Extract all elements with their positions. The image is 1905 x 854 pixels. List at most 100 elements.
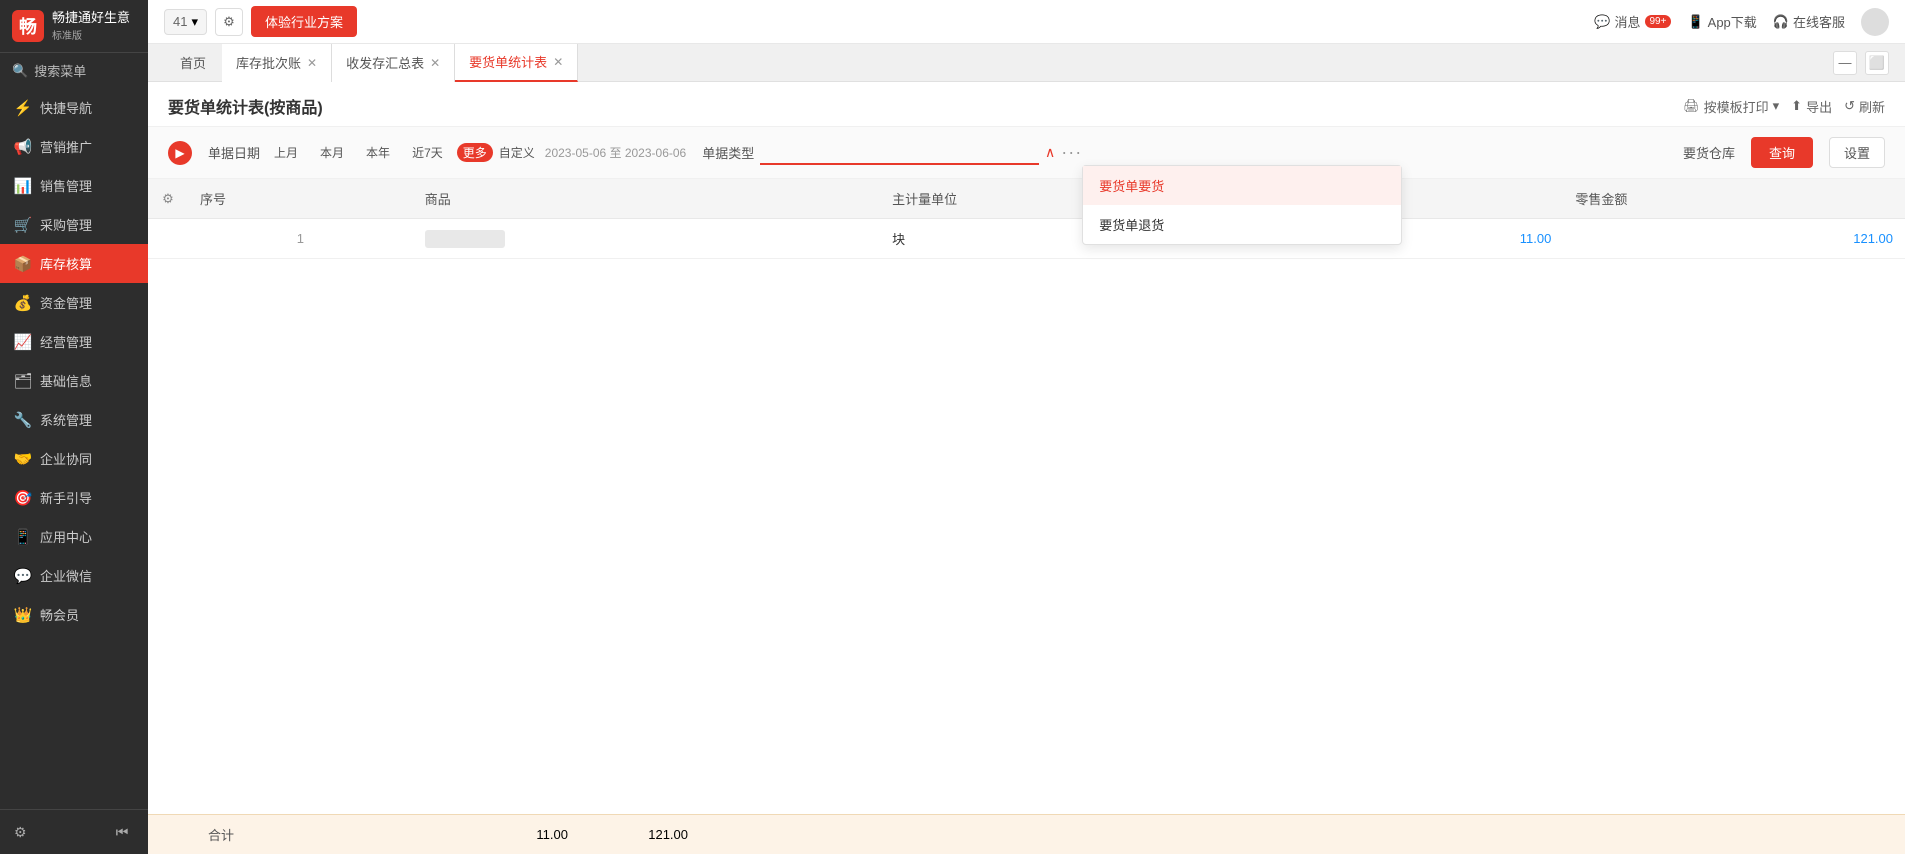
tabbar-actions: — ⬜ — [1833, 51, 1889, 75]
refresh-btn[interactable]: ↺ 刷新 — [1844, 97, 1885, 116]
date-label: 单据日期 — [208, 143, 260, 162]
warehouse-filter-group: 要货仓库 — [1683, 143, 1735, 162]
page-header: 要货单统计表(按商品) 🖨 按模板打印 ▾ ⬆ 导出 ↺ 刷新 — [148, 82, 1905, 127]
tab-home[interactable]: 首页 — [164, 44, 222, 82]
sidebar-search[interactable]: 🔍 搜索菜单 — [0, 53, 148, 88]
topbar: 41 ▾ ⚙ 体验行业方案 💬 消息 99+ 📱 App下载 🎧 在线客服 — [148, 0, 1905, 44]
page-title: 要货单统计表(按商品) — [168, 94, 323, 118]
shortcut-custom[interactable]: 自定义 — [499, 144, 535, 161]
tab-batch[interactable]: 库存批次账 ✕ — [222, 44, 332, 82]
type-input[interactable] — [760, 140, 1039, 165]
app-download-btn[interactable]: 📱 App下载 — [1687, 12, 1756, 31]
tab-summary[interactable]: 收发存汇总表 ✕ — [332, 44, 455, 82]
query-button[interactable]: 查询 — [1751, 137, 1813, 168]
logo-text: 畅捷通好生意 标准版 — [52, 10, 130, 42]
sidebar-item-purchase[interactable]: 🛒采购管理 — [0, 205, 148, 244]
marketing-icon: 📢 — [14, 138, 32, 156]
sidebar-item-appstore[interactable]: 📱应用中心 — [0, 517, 148, 556]
trial-button[interactable]: 体验行业方案 — [251, 6, 357, 37]
footer-amount: 121.00 — [580, 827, 700, 842]
print-icon: 🖨 — [1683, 98, 1700, 114]
sidebar-item-guide[interactable]: 🎯新手引导 — [0, 478, 148, 517]
sidebar-item-wechat[interactable]: 💬企业微信 — [0, 556, 148, 595]
sales-icon: 📊 — [14, 177, 32, 195]
enterprise-icon: 🤝 — [14, 450, 32, 468]
filter-bar: ▶ 单据日期 上月 本月 本年 近7天 更多 自定义 2023-05-06 至 … — [148, 127, 1905, 179]
finance-icon: 💰 — [14, 294, 32, 312]
table-row: 1 ████████ 块 11.00 121.00 — [148, 219, 1905, 259]
shortcut-this-month[interactable]: 本月 — [312, 142, 352, 163]
tab-order-stats[interactable]: 要货单统计表 ✕ — [455, 44, 578, 82]
chevron-down-icon: ▾ — [1773, 98, 1780, 114]
sidebar-item-system[interactable]: 🔧系统管理 — [0, 400, 148, 439]
page-actions: 🖨 按模板打印 ▾ ⬆ 导出 ↺ 刷新 — [1683, 97, 1885, 116]
tab-min-btn[interactable]: — — [1833, 51, 1857, 75]
guide-icon: 🎯 — [14, 489, 32, 507]
shortcut-prev-month[interactable]: 上月 — [266, 142, 306, 163]
store-selector[interactable]: 41 ▾ — [164, 9, 207, 35]
topbar-left: 41 ▾ ⚙ 体验行业方案 — [164, 6, 1582, 37]
filter-expand-btn[interactable]: ▶ — [168, 141, 192, 165]
export-btn[interactable]: ⬆ 导出 — [1791, 97, 1832, 116]
appstore-icon: 📱 — [14, 528, 32, 546]
dropdown-item-0[interactable]: 要货单要货 — [1083, 166, 1401, 205]
th-product: 商品 — [413, 179, 880, 219]
print-btn[interactable]: 🖨 按模板打印 ▾ — [1683, 97, 1779, 116]
topbar-right: 💬 消息 99+ 📱 App下载 🎧 在线客服 — [1594, 8, 1889, 36]
settings-footer-btn[interactable]: ⚙ — [14, 824, 27, 841]
cell-product: ████████ — [413, 219, 880, 259]
th-amount: 零售金额 — [1563, 179, 1905, 219]
th-settings[interactable]: ⚙ — [148, 179, 188, 219]
type-filter-group: 单据类型 ∧ ··· 要货单要货 要货单退货 — [702, 140, 1082, 165]
type-dropdown-arrow[interactable]: ∧ — [1045, 144, 1055, 161]
user-avatar[interactable] — [1861, 8, 1889, 36]
tab-max-btn[interactable]: ⬜ — [1865, 51, 1889, 75]
sidebar-item-inventory[interactable]: 📦库存核算 — [0, 244, 148, 283]
messages-btn[interactable]: 💬 消息 99+ — [1594, 12, 1671, 31]
sidebar-item-quick-nav[interactable]: ⚡快捷导航 — [0, 88, 148, 127]
export-icon: ⬆ — [1791, 98, 1802, 114]
quick-nav-icon: ⚡ — [14, 99, 32, 117]
tabbar: 首页 库存批次账 ✕ 收发存汇总表 ✕ 要货单统计表 ✕ — ⬜ — [148, 44, 1905, 82]
online-service-btn[interactable]: 🎧 在线客服 — [1773, 12, 1845, 31]
cell-amount[interactable]: 121.00 — [1563, 219, 1905, 259]
sidebar-item-operations[interactable]: 📈经营管理 — [0, 322, 148, 361]
type-dropdown: 要货单要货 要货单退货 — [1082, 165, 1402, 245]
footer-quantity: 11.00 — [460, 827, 580, 842]
th-num: 序号 — [188, 179, 413, 219]
sidebar-item-finance[interactable]: 💰资金管理 — [0, 283, 148, 322]
table-header-row: ⚙ 序号 商品 主计量单位 主数量 零售金额 — [148, 179, 1905, 219]
setting-button[interactable]: 设置 — [1829, 137, 1885, 168]
column-settings-icon[interactable]: ⚙ — [162, 191, 174, 206]
sidebar-item-enterprise[interactable]: 🤝企业协同 — [0, 439, 148, 478]
date-range-display: 2023-05-06 至 2023-06-06 — [545, 144, 686, 161]
tab-close-summary[interactable]: ✕ — [430, 56, 440, 70]
system-icon: 🔧 — [14, 411, 32, 429]
dropdown-item-1[interactable]: 要货单退货 — [1083, 205, 1401, 244]
inventory-icon: 📦 — [14, 255, 32, 273]
topbar-gear-btn[interactable]: ⚙ — [215, 8, 243, 36]
sidebar-item-member[interactable]: 👑畅会员 — [0, 595, 148, 634]
headset-icon: 🎧 — [1773, 14, 1789, 30]
table-container: ⚙ 序号 商品 主计量单位 主数量 零售金额 1 ████████ — [148, 179, 1905, 814]
data-table: ⚙ 序号 商品 主计量单位 主数量 零售金额 1 ████████ — [148, 179, 1905, 259]
shortcut-more[interactable]: 更多 — [457, 143, 493, 162]
type-more-btn[interactable]: ··· — [1061, 142, 1082, 163]
type-label: 单据类型 — [702, 143, 754, 162]
sidebar-item-marketing[interactable]: 📢营销推广 — [0, 127, 148, 166]
shortcut-7days[interactable]: 近7天 — [404, 142, 451, 163]
gear-icon: ⚙ — [223, 14, 235, 30]
phone-icon: 📱 — [1687, 14, 1703, 30]
logo-icon: 畅 — [12, 10, 44, 42]
sidebar-item-sales[interactable]: 📊销售管理 — [0, 166, 148, 205]
refresh-icon: ↺ — [1844, 98, 1855, 114]
chevron-down-icon: ▾ — [191, 14, 198, 30]
collapse-btn[interactable]: ⏮ — [110, 820, 134, 844]
sidebar-item-basic[interactable]: 🗂基础信息 — [0, 361, 148, 400]
purchase-icon: 🛒 — [14, 216, 32, 234]
shortcut-this-year[interactable]: 本年 — [358, 142, 398, 163]
tab-close-order-stats[interactable]: ✕ — [553, 55, 563, 69]
logo-area: 畅 畅捷通好生意 标准版 — [0, 0, 148, 53]
tab-close-batch[interactable]: ✕ — [307, 56, 317, 70]
message-icon: 💬 — [1594, 14, 1610, 30]
